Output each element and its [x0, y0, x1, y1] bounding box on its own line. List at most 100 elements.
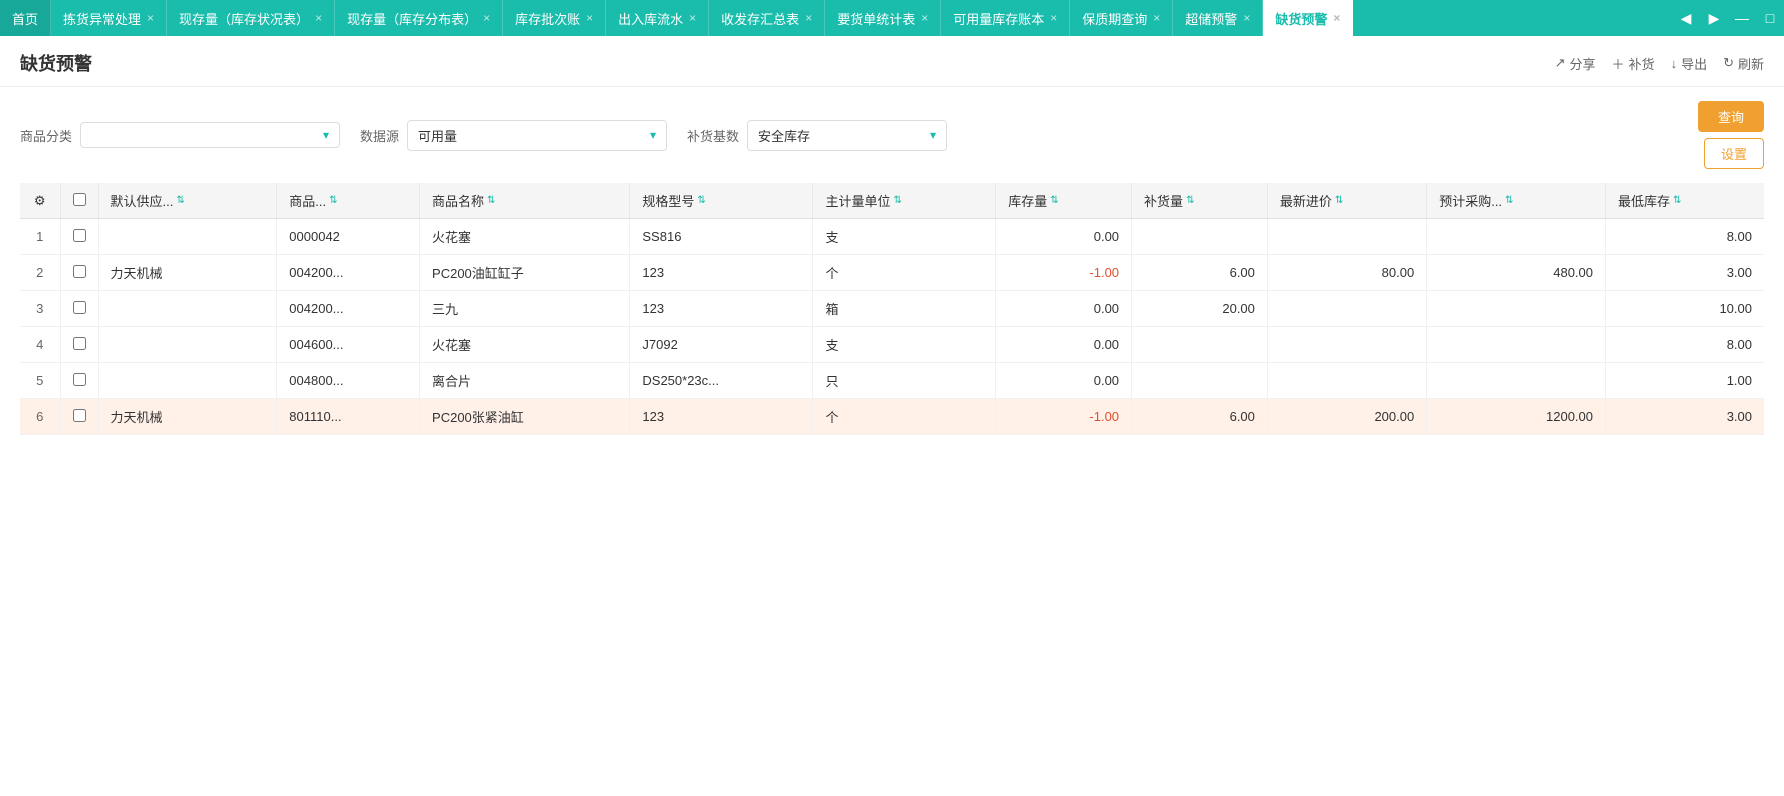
replenish-base-select[interactable]: 安全库存 ▾	[747, 120, 947, 151]
cell-checkbox[interactable]	[60, 255, 98, 291]
th-spec[interactable]: 规格型号 ⇅	[630, 183, 813, 219]
cell-product-code: 801110...	[277, 399, 420, 435]
cell-spec: 123	[630, 255, 813, 291]
th-estimated-purchase[interactable]: 预计采购... ⇅	[1427, 183, 1606, 219]
category-select[interactable]: ▾	[80, 122, 340, 148]
close-tab-shortage[interactable]: ×	[1333, 11, 1340, 25]
cell-product-name: 火花塞	[420, 219, 630, 255]
refresh-action[interactable]: ↻ 刷新	[1723, 54, 1764, 73]
category-dropdown-icon: ▾	[323, 128, 329, 142]
cell-spec: DS250*23c...	[630, 363, 813, 399]
tab-shortage[interactable]: 缺货预警 ×	[1263, 0, 1353, 36]
filter-bar: 商品分类 ▾ 数据源 可用量 ▾ 补货基数 安全库存 ▾ 查询 设置	[0, 87, 1784, 183]
replenish-base-dropdown-icon: ▾	[930, 128, 936, 142]
cell-checkbox[interactable]	[60, 219, 98, 255]
datasource-label: 数据源	[360, 126, 399, 145]
tab-order-stat[interactable]: 要货单统计表 ×	[825, 0, 941, 36]
tab-inout-flow[interactable]: 出入库流水 ×	[606, 0, 709, 36]
th-supplier[interactable]: 默认供应... ⇅	[98, 183, 277, 219]
close-tab-overstock[interactable]: ×	[1243, 11, 1250, 25]
row-checkbox[interactable]	[73, 301, 86, 314]
cell-supplier: 力天机械	[98, 399, 277, 435]
cell-supplier	[98, 219, 277, 255]
close-tab-exception[interactable]: ×	[147, 11, 154, 25]
cell-checkbox[interactable]	[60, 363, 98, 399]
select-all-checkbox[interactable]	[73, 193, 86, 206]
th-checkbox[interactable]	[60, 183, 98, 219]
cell-unit: 箱	[813, 291, 996, 327]
tab-receive-summary[interactable]: 收发存汇总表 ×	[709, 0, 825, 36]
tab-minimize-button[interactable]: —	[1728, 0, 1756, 36]
th-min-stock[interactable]: 最低库存 ⇅	[1606, 183, 1765, 219]
close-tab-stock-batch[interactable]: ×	[586, 11, 593, 25]
table-row: 4 004600... 火花塞 J7092 支 0.00 8.00	[20, 327, 1764, 363]
tab-next-button[interactable]: ▶	[1700, 0, 1728, 36]
cell-product-code: 0000042	[277, 219, 420, 255]
share-action[interactable]: ↗ 分享	[1555, 54, 1596, 73]
cell-product-name: 三九	[420, 291, 630, 327]
cell-latest-price	[1267, 327, 1426, 363]
cell-index: 4	[20, 327, 60, 363]
th-latest-price[interactable]: 最新进价 ⇅	[1267, 183, 1426, 219]
cell-estimated-purchase: 1200.00	[1427, 399, 1606, 435]
th-product-code[interactable]: 商品... ⇅	[277, 183, 420, 219]
th-gear[interactable]: ⚙	[20, 183, 60, 219]
close-tab-receive-summary[interactable]: ×	[805, 11, 812, 25]
export-action[interactable]: ↓ 导出	[1671, 54, 1708, 73]
th-product-name[interactable]: 商品名称 ⇅	[420, 183, 630, 219]
cell-checkbox[interactable]	[60, 399, 98, 435]
table-container: ⚙ 默认供应... ⇅ 商品... ⇅	[0, 183, 1784, 435]
cell-stock: 0.00	[996, 327, 1132, 363]
tab-prev-button[interactable]: ◀	[1672, 0, 1700, 36]
cell-estimated-purchase	[1427, 327, 1606, 363]
replenish-action[interactable]: ＋ 补货	[1612, 54, 1655, 73]
cell-replenish: 6.00	[1132, 255, 1268, 291]
page-title: 缺货预警	[20, 50, 92, 76]
tab-exception[interactable]: 拣货异常处理 ×	[51, 0, 167, 36]
cell-checkbox[interactable]	[60, 327, 98, 363]
cell-supplier: 力天机械	[98, 255, 277, 291]
close-tab-available-ledger[interactable]: ×	[1050, 11, 1057, 25]
th-stock[interactable]: 库存量 ⇅	[996, 183, 1132, 219]
close-tab-expiry[interactable]: ×	[1153, 11, 1160, 25]
row-checkbox[interactable]	[73, 337, 86, 350]
row-checkbox[interactable]	[73, 229, 86, 242]
category-filter-group: 商品分类 ▾	[20, 122, 340, 148]
row-checkbox[interactable]	[73, 373, 86, 386]
datasource-select[interactable]: 可用量 ▾	[407, 120, 667, 151]
sort-icon-latest-price: ⇅	[1335, 195, 1343, 206]
table-header-row: ⚙ 默认供应... ⇅ 商品... ⇅	[20, 183, 1764, 219]
tab-maximize-button[interactable]: □	[1756, 0, 1784, 36]
tab-stock-dist[interactable]: 现存量（库存分布表） ×	[335, 0, 503, 36]
cell-product-name: PC200张紧油缸	[420, 399, 630, 435]
settings-button[interactable]: 设置	[1704, 138, 1764, 169]
query-button[interactable]: 查询	[1698, 101, 1764, 132]
th-unit[interactable]: 主计量单位 ⇅	[813, 183, 996, 219]
tab-overstock[interactable]: 超储预警 ×	[1173, 0, 1263, 36]
close-tab-stock-status[interactable]: ×	[315, 11, 322, 25]
category-label: 商品分类	[20, 126, 72, 145]
th-replenish[interactable]: 补货量 ⇅	[1132, 183, 1268, 219]
close-tab-stock-dist[interactable]: ×	[483, 11, 490, 25]
table-body: 1 0000042 火花塞 SS816 支 0.00 8.00 2 力天机械 0…	[20, 219, 1764, 435]
tab-expiry[interactable]: 保质期查询 ×	[1070, 0, 1173, 36]
cell-stock: 0.00	[996, 291, 1132, 327]
cell-product-code: 004200...	[277, 291, 420, 327]
cell-product-name: 火花塞	[420, 327, 630, 363]
cell-product-code: 004200...	[277, 255, 420, 291]
cell-unit: 支	[813, 219, 996, 255]
row-checkbox[interactable]	[73, 409, 86, 422]
close-tab-order-stat[interactable]: ×	[921, 11, 928, 25]
table-row: 6 力天机械 801110... PC200张紧油缸 123 个 -1.00 6…	[20, 399, 1764, 435]
tab-stock-status[interactable]: 现存量（库存状况表） ×	[167, 0, 335, 36]
row-checkbox[interactable]	[73, 265, 86, 278]
replenish-icon: ＋	[1612, 54, 1625, 73]
tab-home[interactable]: 首页	[0, 0, 51, 36]
cell-min-stock: 1.00	[1606, 363, 1765, 399]
tab-available-ledger[interactable]: 可用量库存账本 ×	[941, 0, 1070, 36]
close-tab-inout-flow[interactable]: ×	[689, 11, 696, 25]
cell-replenish	[1132, 327, 1268, 363]
tab-stock-batch[interactable]: 库存批次账 ×	[503, 0, 606, 36]
header-actions: ↗ 分享 ＋ 补货 ↓ 导出 ↻ 刷新	[1555, 54, 1764, 73]
cell-checkbox[interactable]	[60, 291, 98, 327]
